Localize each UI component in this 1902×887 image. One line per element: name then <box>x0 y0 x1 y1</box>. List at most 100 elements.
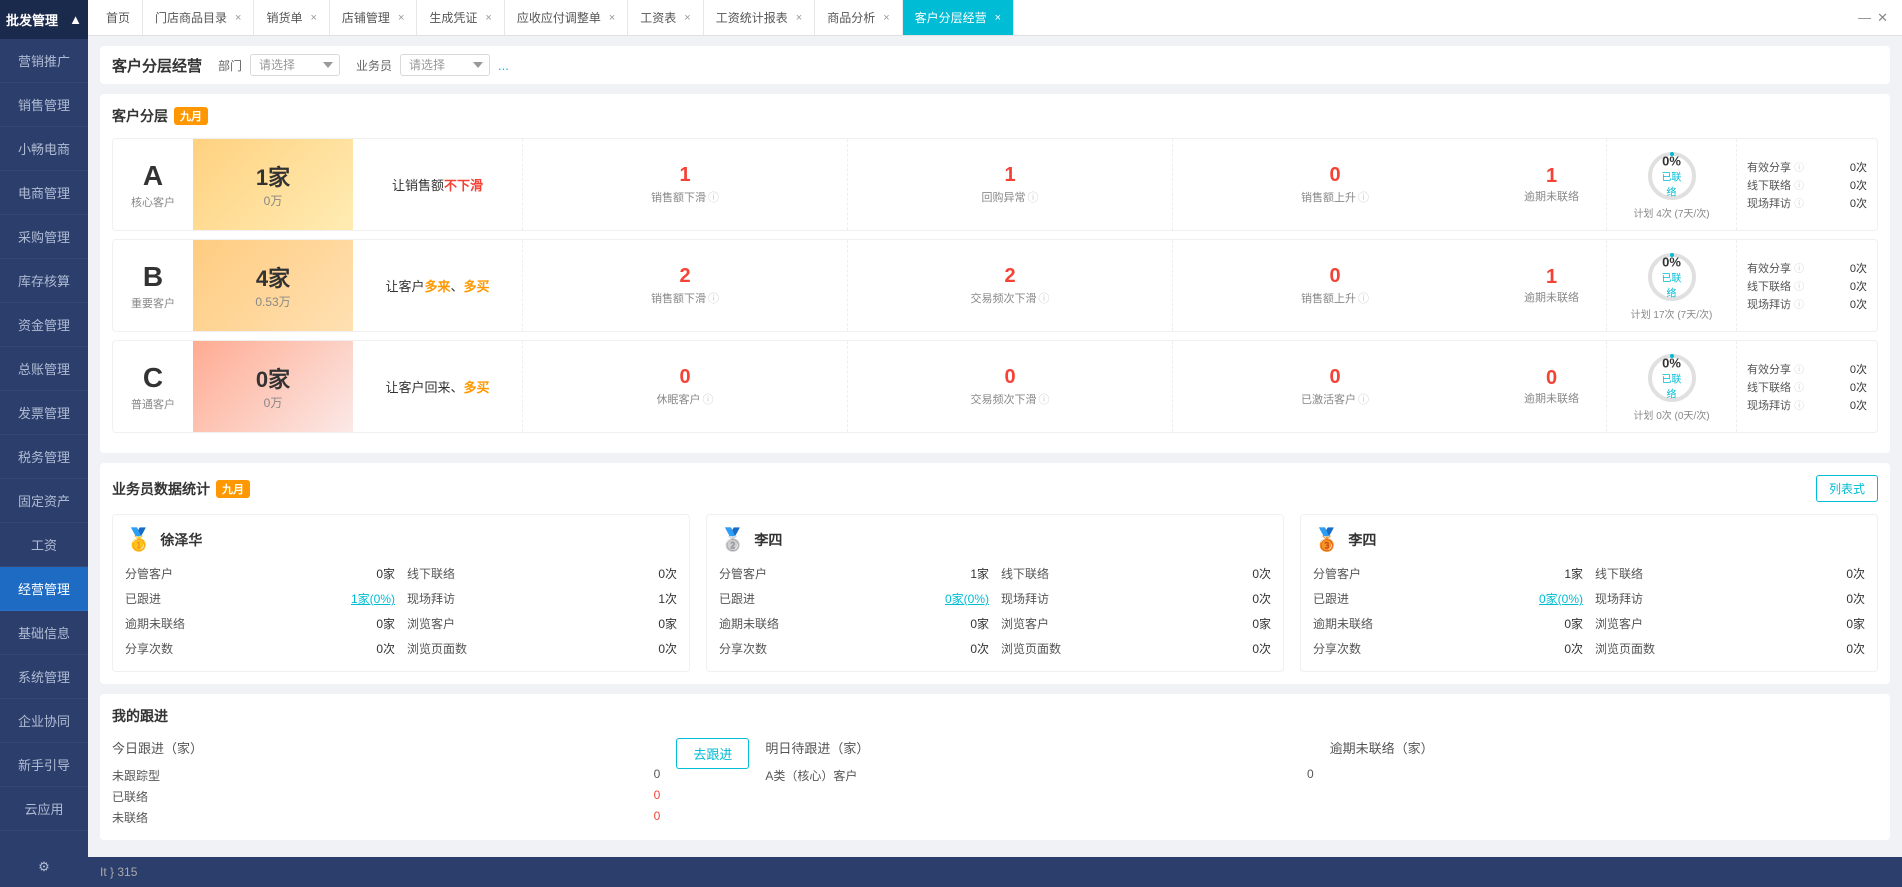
info-icon-sm[interactable]: ⓘ <box>1794 181 1804 192</box>
tab-工资统计报表[interactable]: 工资统计报表× <box>704 0 815 36</box>
tab-门店商品目录[interactable]: 门店商品目录× <box>143 0 254 36</box>
tab-店铺管理[interactable]: 店铺管理× <box>330 0 417 36</box>
tab-首页[interactable]: 首页 <box>94 0 143 36</box>
sidebar-item-资金管理[interactable]: 资金管理 <box>0 303 88 347</box>
sidebar-item-固定资产[interactable]: 固定资产 <box>0 479 88 523</box>
sidebar-title: 批发管理 <box>6 10 58 29</box>
staff-stat-val[interactable]: 0家(0%) <box>1539 590 1583 607</box>
staff-stat-分享次数: 分享次数0次 <box>719 638 989 659</box>
tab-销货单[interactable]: 销货单× <box>254 0 329 36</box>
sidebar-item-企业协同[interactable]: 企业协同 <box>0 699 88 743</box>
staff-stat-val: 0次 <box>1846 590 1865 607</box>
info-icon-sm[interactable]: ⓘ <box>1794 365 1804 376</box>
list-view-btn[interactable]: 列表式 <box>1816 475 1878 502</box>
sidebar-item-营销推广[interactable]: 营销推广 <box>0 39 88 83</box>
sidebar-item-库存核算[interactable]: 库存核算 <box>0 259 88 303</box>
dept-filter: 部门 请选择 <box>218 54 340 76</box>
dept-select[interactable]: 请选择 <box>250 54 340 76</box>
sidebar-item-云应用[interactable]: 云应用 <box>0 787 88 831</box>
followup-row-label: 未跟踪型 <box>112 767 160 784</box>
tomorrow-row-val: 0 <box>1307 767 1314 784</box>
tab-客户分层经营[interactable]: 客户分层经营× <box>903 0 1014 36</box>
metric-label: 回购异常 ⓘ <box>982 189 1039 205</box>
info-icon-sm[interactable]: ⓘ <box>1794 199 1804 210</box>
tab-close-工资表[interactable]: × <box>684 12 690 24</box>
tab-close-生成凭证[interactable]: × <box>485 12 491 24</box>
followup-grid: 今日跟进（家） 未跟踪型0已联络0未联络0 去跟进 明日待跟进（家） A类（核心… <box>112 738 1878 828</box>
sidebar-footer-settings[interactable]: ⚙ <box>0 847 88 887</box>
info-icon[interactable]: ⓘ <box>1358 391 1369 407</box>
sidebar-item-总账管理[interactable]: 总账管理 <box>0 347 88 391</box>
sidebar-item-发票管理[interactable]: 发票管理 <box>0 391 88 435</box>
info-icon-sm[interactable]: ⓘ <box>1794 383 1804 394</box>
sidebar-item-电商管理[interactable]: 电商管理 <box>0 171 88 215</box>
sidebar-item-新手引导[interactable]: 新手引导 <box>0 743 88 787</box>
info-icon[interactable]: ⓘ <box>1358 290 1369 306</box>
window-close-icon[interactable]: ✕ <box>1877 10 1888 26</box>
info-icon[interactable]: ⓘ <box>1039 391 1050 407</box>
tier-letter-C: C <box>143 362 163 394</box>
tab-close-工资统计报表[interactable]: × <box>796 12 802 24</box>
metric-已激活客户: 0已激活客户 ⓘ <box>1173 341 1497 432</box>
info-icon-sm[interactable]: ⓘ <box>1794 300 1804 311</box>
right-stat-val: 0次 <box>1850 361 1867 377</box>
more-filter-btn[interactable]: ... <box>498 58 509 73</box>
sidebar-item-经营管理[interactable]: 经营管理 <box>0 567 88 611</box>
info-icon[interactable]: ⓘ <box>708 290 719 306</box>
tab-close-客户分层经营[interactable]: × <box>995 12 1001 24</box>
tab-close-销货单[interactable]: × <box>310 12 316 24</box>
tab-close-商品分析[interactable]: × <box>883 12 889 24</box>
tab-close-店铺管理[interactable]: × <box>398 12 404 24</box>
today-followup-row: 未跟踪型0 <box>112 765 660 786</box>
right-stat-label: 现场拜访 ⓘ <box>1747 397 1804 413</box>
sidebar-item-采购管理[interactable]: 采购管理 <box>0 215 88 259</box>
staff-stat-label: 浏览客户 <box>407 615 455 632</box>
staff-stat-val: 0次 <box>658 640 677 657</box>
info-icon[interactable]: ⓘ <box>703 391 714 407</box>
biz-section: 业务员数据统计 九月 列表式 🥇徐泽华分管客户0家线下联络0次已跟进1家(0%)… <box>100 463 1890 684</box>
staff-select[interactable]: 请选择 <box>400 54 490 76</box>
staff-stat-val[interactable]: 1家(0%) <box>351 590 395 607</box>
info-icon[interactable]: ⓘ <box>1028 189 1039 205</box>
staff-stat-val: 0次 <box>1252 640 1271 657</box>
metric-count: 2 <box>1004 265 1015 288</box>
page-header: 客户分层经营 部门 请选择 业务员 请选择 ... <box>100 46 1890 84</box>
tab-bar-actions[interactable]: — ✕ <box>1850 10 1896 26</box>
staff-stat-label: 分管客户 <box>1313 565 1361 582</box>
sidebar-item-系统管理[interactable]: 系统管理 <box>0 655 88 699</box>
tab-应收应付调整单[interactable]: 应收应付调整单× <box>505 0 628 36</box>
staff-stat-label: 浏览客户 <box>1001 615 1049 632</box>
staff-stats-grid-2: 分管客户1家线下联络0次已跟进0家(0%)现场拜访0次逾期未联络0家浏览客户0家… <box>1313 563 1865 659</box>
tab-close-门店商品目录[interactable]: × <box>235 12 241 24</box>
info-icon-sm[interactable]: ⓘ <box>1794 282 1804 293</box>
sidebar-header[interactable]: 批发管理 ▲ <box>0 0 88 39</box>
info-icon[interactable]: ⓘ <box>1039 290 1050 306</box>
info-icon[interactable]: ⓘ <box>708 189 719 205</box>
sidebar-item-销售管理[interactable]: 销售管理 <box>0 83 88 127</box>
sidebar-item-基础信息[interactable]: 基础信息 <box>0 611 88 655</box>
info-icon[interactable]: ⓘ <box>1358 189 1369 205</box>
tab-工资表[interactable]: 工资表× <box>628 0 703 36</box>
staff-stat-val[interactable]: 0家(0%) <box>945 590 989 607</box>
metric-交易频次下滑: 0交易频次下滑 ⓘ <box>848 341 1173 432</box>
metric-销售额上升: 0销售额上升 ⓘ <box>1173 240 1497 331</box>
sidebar-item-小畅电商[interactable]: 小畅电商 <box>0 127 88 171</box>
staff-stat-label: 浏览页面数 <box>1001 640 1061 657</box>
sidebar-item-税务管理[interactable]: 税务管理 <box>0 435 88 479</box>
sidebar-item-工资[interactable]: 工资 <box>0 523 88 567</box>
tab-商品分析[interactable]: 商品分析× <box>815 0 902 36</box>
window-minimize-icon[interactable]: — <box>1858 10 1871 26</box>
go-followup-btn[interactable]: 去跟进 <box>676 738 749 769</box>
info-icon-sm[interactable]: ⓘ <box>1794 401 1804 412</box>
staff-stat-已跟进: 已跟进0家(0%) <box>719 588 989 609</box>
info-icon-sm[interactable]: ⓘ <box>1794 163 1804 174</box>
tab-生成凭证[interactable]: 生成凭证× <box>417 0 504 36</box>
circle-text-B: 0% 已联络 <box>1658 255 1685 300</box>
tier-stats-C: 0家0万 <box>193 341 353 432</box>
staff-stat-val: 0次 <box>1564 640 1583 657</box>
info-icon-sm[interactable]: ⓘ <box>1794 264 1804 275</box>
tab-close-应收应付调整单[interactable]: × <box>609 12 615 24</box>
staff-medal-0: 🥇 <box>125 527 152 553</box>
metric-回购异常: 1回购异常 ⓘ <box>848 139 1173 230</box>
today-followup-row: 未联络0 <box>112 807 660 828</box>
